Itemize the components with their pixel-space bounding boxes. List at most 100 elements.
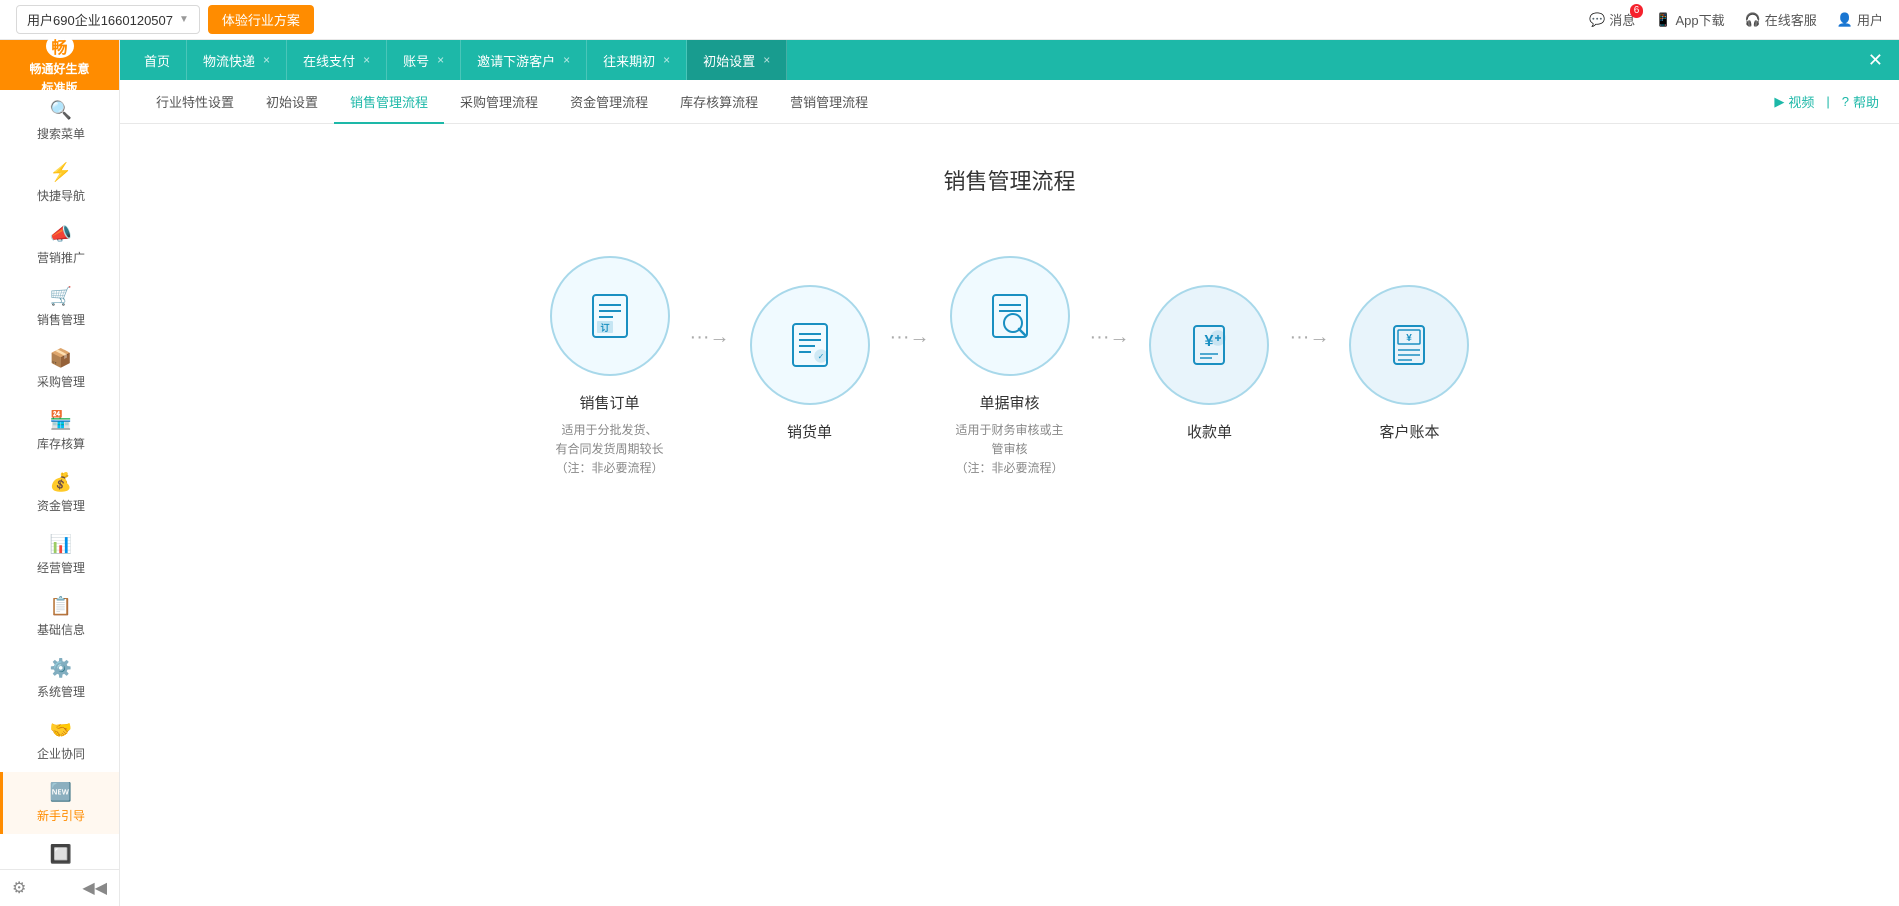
header-left: 用户690企业1660120507 ▼ 体验行业方案: [16, 5, 314, 34]
logo-icon: 畅: [46, 34, 74, 58]
message-item[interactable]: 💬 消息 6: [1589, 10, 1635, 29]
user-profile-item[interactable]: 👤 用户: [1837, 10, 1883, 29]
customer-service-label: 在线客服: [1765, 10, 1817, 29]
sub-tab-marketing-flow[interactable]: 营销管理流程: [774, 80, 884, 124]
help-link[interactable]: ? 帮助: [1842, 92, 1879, 111]
sidebar-item-finance[interactable]: 💰 资金管理: [0, 462, 119, 524]
nav-tab-invite[interactable]: 邀请下游客户 ×: [461, 40, 587, 80]
svg-text:订: 订: [600, 322, 609, 333]
nav-tab-close[interactable]: ×: [563, 53, 570, 67]
inventory-icon: 🏪: [50, 410, 72, 431]
nav-tab-label: 初始设置: [703, 51, 755, 70]
sidebar-item-label: 库存核算: [37, 435, 85, 452]
sidebar-item-enterprise[interactable]: 🤝 企业协同: [0, 710, 119, 772]
sub-tab-capital-flow[interactable]: 资金管理流程: [554, 80, 664, 124]
sub-tab-purchase-flow[interactable]: 采购管理流程: [444, 80, 554, 124]
app-download-item[interactable]: 📱 App下载: [1655, 10, 1724, 29]
sidebar-item-label: 新手引导: [37, 807, 85, 824]
sub-tab-inventory-flow[interactable]: 库存核算流程: [664, 80, 774, 124]
nav-tab-close[interactable]: ×: [263, 53, 270, 67]
flow-step-receipt[interactable]: ¥ 收款单: [1119, 285, 1299, 450]
flow-steps: 订 销售订单 适用于分批发货、有合同发货周期较长（注：非必要流程） ···→: [520, 256, 1500, 479]
sub-tab-init[interactable]: 初始设置: [250, 80, 334, 124]
separator: |: [1826, 94, 1829, 109]
step-title-sales-order: 销售订单: [580, 392, 640, 413]
nav-tab-home[interactable]: 首页: [128, 40, 187, 80]
nav-tab-label: 首页: [144, 51, 170, 70]
sidebar-item-operation[interactable]: 📊 经营管理: [0, 524, 119, 586]
collapse-icon[interactable]: ◀◀: [82, 878, 107, 898]
nav-tab-close[interactable]: ×: [663, 53, 670, 67]
customer-service-item[interactable]: 🎧 在线客服: [1745, 10, 1817, 29]
step-circle-review: [950, 256, 1070, 376]
message-badge: 6: [1630, 4, 1644, 18]
nav-tab-close[interactable]: ×: [363, 53, 370, 67]
nav-tab-init-settings[interactable]: 初始设置 ×: [687, 40, 787, 80]
invoice-icon: ✓: [780, 315, 840, 375]
nav-tab-close[interactable]: ×: [437, 53, 444, 67]
nav-tab-label: 账号: [403, 51, 429, 70]
sub-tabs: 行业特性设置 初始设置 销售管理流程 采购管理流程 资金管理流程 库存核算流程: [120, 80, 1899, 124]
main-layout: 畅 畅通好生意 标准版 🔍 搜索菜单 ⚡ 快捷导航 📣 营销推广 🛒 销售管理: [0, 40, 1899, 906]
top-header: 用户690企业1660120507 ▼ 体验行业方案 💬 消息 6 📱 App下…: [0, 0, 1899, 40]
marketing-icon: 📣: [50, 224, 72, 245]
nav-tab-close[interactable]: ×: [763, 53, 770, 67]
sub-tab-sales-flow[interactable]: 销售管理流程: [334, 80, 444, 124]
logo-text: 畅通好生意: [29, 60, 89, 77]
nav-tab-label: 在线支付: [303, 51, 355, 70]
flow-step-account-book[interactable]: ¥ 客户账本: [1319, 285, 1499, 450]
finance-icon: 💰: [50, 472, 72, 493]
account-book-icon: ¥: [1379, 315, 1439, 375]
guide-icon: 🆕: [50, 782, 72, 803]
svg-text:¥: ¥: [1407, 333, 1413, 344]
sidebar-item-label: 采购管理: [37, 373, 85, 390]
operation-icon: 📊: [50, 534, 72, 555]
sidebar-item-guide[interactable]: 🆕 新手引导: [0, 772, 119, 834]
system-icon: ⚙️: [50, 658, 72, 679]
nav-tab-account[interactable]: 账号 ×: [387, 40, 461, 80]
sidebar-item-app-center[interactable]: 🔲 应用中心: [0, 834, 119, 869]
sub-tab-industry[interactable]: 行业特性设置: [140, 80, 250, 124]
sales-order-icon: 订: [580, 286, 640, 346]
sidebar-item-purchase[interactable]: 📦 采购管理: [0, 338, 119, 400]
purchase-icon: 📦: [50, 348, 72, 369]
settings-icon[interactable]: ⚙: [12, 878, 26, 898]
sidebar-item-search[interactable]: 🔍 搜索菜单: [0, 90, 119, 152]
help-icon: ?: [1842, 94, 1849, 109]
user-selector[interactable]: 用户690企业1660120507 ▼: [16, 5, 200, 34]
flow-step-sales-order[interactable]: 订 销售订单 适用于分批发货、有合同发货周期较长（注：非必要流程）: [520, 256, 700, 479]
nav-tab-payment[interactable]: 在线支付 ×: [287, 40, 387, 80]
step-title-account-book: 客户账本: [1379, 421, 1439, 442]
experience-button[interactable]: 体验行业方案: [208, 5, 314, 34]
basic-icon: 📋: [50, 596, 72, 617]
sidebar-item-inventory[interactable]: 🏪 库存核算: [0, 400, 119, 462]
sidebar-item-label: 快捷导航: [37, 187, 85, 204]
nav-tab-logistics[interactable]: 物流快递 ×: [187, 40, 287, 80]
flow-step-review[interactable]: 单据审核 适用于财务审核或主管审核（注：非必要流程）: [920, 256, 1100, 479]
nav-tab-label: 物流快递: [203, 51, 255, 70]
flow-step-invoice[interactable]: ✓ 销货单: [720, 285, 900, 450]
user-name-label: 用户: [1857, 10, 1883, 29]
sidebar-item-sales[interactable]: 🛒 销售管理: [0, 276, 119, 338]
step-title-receipt: 收款单: [1187, 421, 1232, 442]
sidebar-item-quick-nav[interactable]: ⚡ 快捷导航: [0, 152, 119, 214]
video-help-link[interactable]: ▶ 视频: [1774, 92, 1814, 111]
sub-tab-label: 采购管理流程: [460, 92, 538, 111]
user-selector-arrow: ▼: [179, 14, 189, 25]
review-icon: [980, 286, 1040, 346]
step-circle-account-book: ¥: [1349, 285, 1469, 405]
sidebar-item-label: 企业协同: [37, 745, 85, 762]
sub-tab-label: 初始设置: [266, 92, 318, 111]
sidebar-item-label: 资金管理: [37, 497, 85, 514]
sidebar-item-marketing[interactable]: 📣 营销推广: [0, 214, 119, 276]
sidebar-item-basic[interactable]: 📋 基础信息: [0, 586, 119, 648]
sidebar-item-system[interactable]: ⚙️ 系统管理: [0, 648, 119, 710]
sub-tab-label: 资金管理流程: [570, 92, 648, 111]
nav-tab-label: 邀请下游客户: [477, 51, 555, 70]
sidebar-item-label: 搜索菜单: [37, 125, 85, 142]
nav-tabs: 首页 物流快递 × 在线支付 × 账号 × 邀请下游客户 × 往来期初 ×: [120, 40, 1899, 80]
nav-tab-period[interactable]: 往来期初 ×: [587, 40, 687, 80]
receipt-icon: ¥: [1179, 315, 1239, 375]
nav-close-all-button[interactable]: ✕: [1860, 50, 1891, 71]
sub-tab-label: 库存核算流程: [680, 92, 758, 111]
